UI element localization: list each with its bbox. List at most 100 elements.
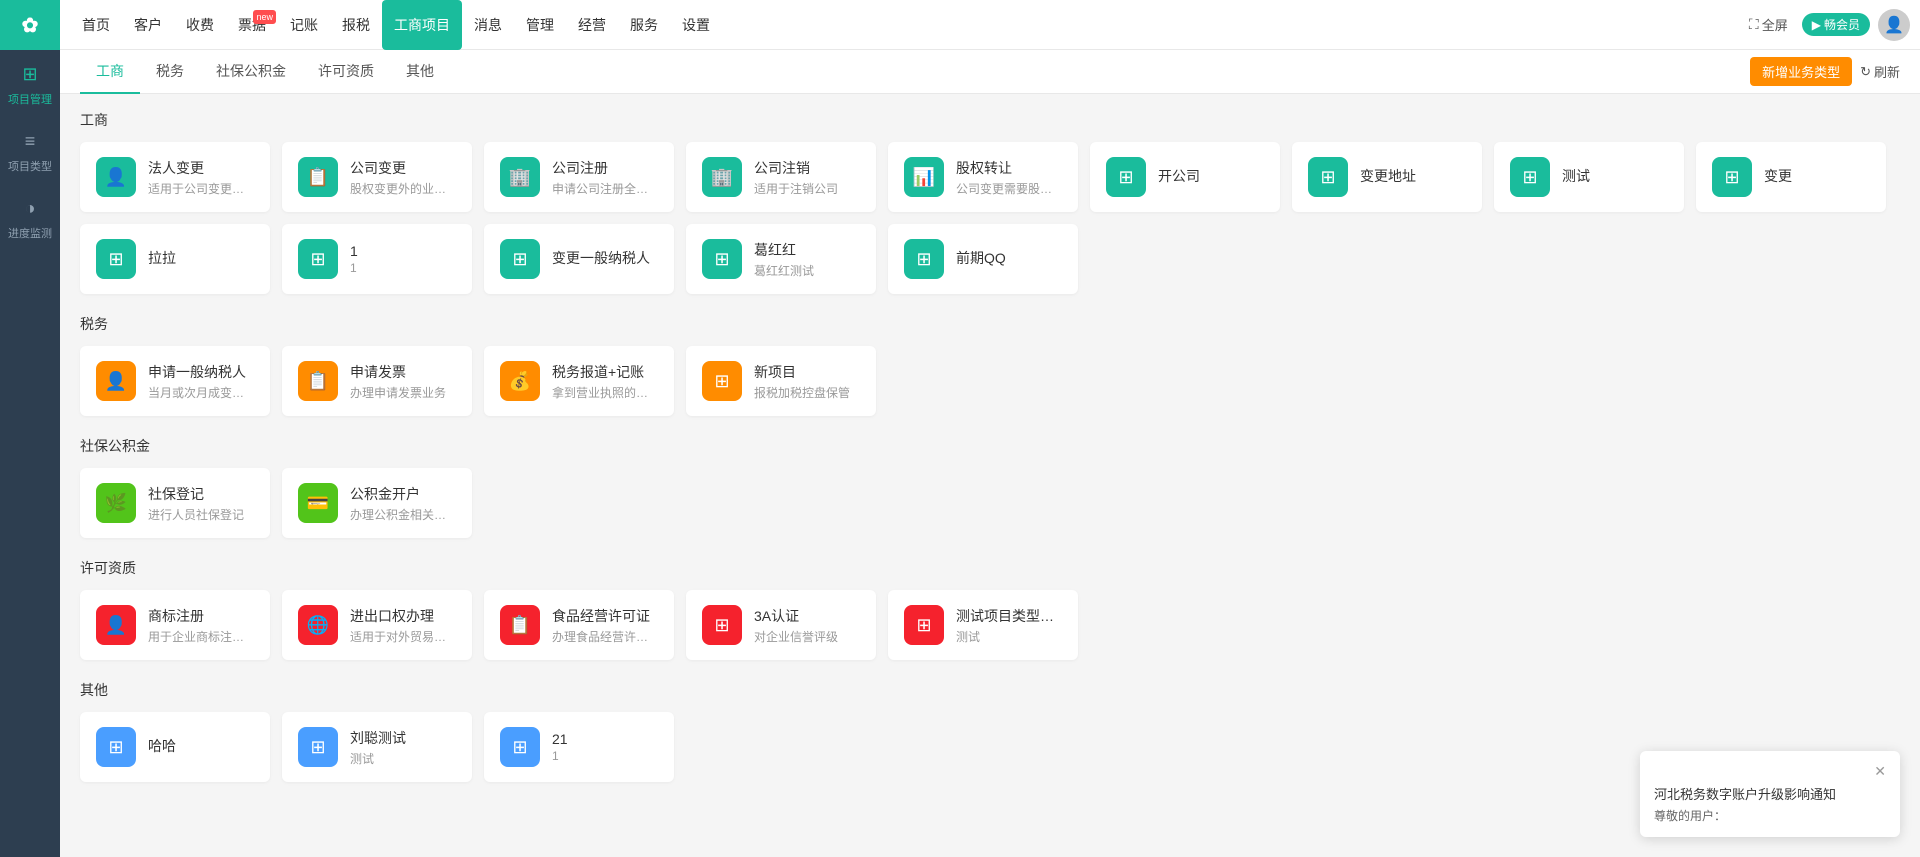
nav-account[interactable]: 记账 (278, 0, 330, 50)
card-open-company[interactable]: ⊞ 开公司 (1090, 142, 1280, 212)
card-equity-transfer[interactable]: 📊 股权转让 公司变更需要股权转让 (888, 142, 1078, 212)
card-one[interactable]: ⊞ 1 1 (282, 224, 472, 294)
tab-other[interactable]: 其他 (390, 50, 450, 94)
card-apply-invoice-title: 申请发票 (350, 362, 456, 382)
nav-tax[interactable]: 报税 (330, 0, 382, 50)
project-type-icon: ≡ (16, 127, 44, 155)
card-food-license-desc: 办理食品经营许可证 (552, 628, 658, 645)
tab-actions: 新增业务类型 ↻ 刷新 (1750, 57, 1900, 86)
card-test-type[interactable]: ⊞ 测试项目类型目定义 测试 (888, 590, 1078, 660)
nav-operation[interactable]: 经营 (566, 0, 618, 50)
card-legal-change[interactable]: 👤 法人变更 适用于公司变更法人 (80, 142, 270, 212)
card-3a-cert[interactable]: ⊞ 3A认证 对企业信誉评级 (686, 590, 876, 660)
sidebar-logo: ✿ (0, 0, 60, 50)
sidebar-item-label: 项目管理 (8, 91, 52, 107)
nav-biz[interactable]: 工商项目 (382, 0, 462, 50)
card-apply-invoice-desc: 办理申请发票业务 (350, 384, 456, 401)
card-qianqi-qq[interactable]: ⊞ 前期QQ (888, 224, 1078, 294)
fullscreen-btn[interactable]: ⛶ 全屏 (1743, 12, 1794, 37)
vip-button[interactable]: ▶ 畅会员 (1802, 13, 1870, 36)
new-type-button[interactable]: 新增业务类型 (1750, 57, 1852, 86)
card-apply-tax[interactable]: 👤 申请一般纳税人 当月或次月成变更完成 (80, 346, 270, 416)
card-tax-report-title: 税务报道+记账 (552, 362, 658, 382)
tab-gongshang[interactable]: 工商 (80, 50, 140, 94)
card-food-license[interactable]: 📋 食品经营许可证 办理食品经营许可证 (484, 590, 674, 660)
nav-client[interactable]: 客户 (122, 0, 174, 50)
card-food-license-icon: 📋 (500, 605, 540, 645)
card-company-cancel-icon: 🏢 (702, 157, 742, 197)
progress-monitor-icon: ◑ (16, 194, 44, 222)
sidebar-item-progress-monitor[interactable]: ◑ 进度监测 (0, 184, 60, 251)
card-twenty-one[interactable]: ⊞ 21 1 (484, 712, 674, 782)
sidebar-item-label: 项目类型 (8, 158, 52, 174)
card-change[interactable]: ⊞ 变更 (1696, 142, 1886, 212)
nav-service[interactable]: 服务 (618, 0, 670, 50)
sidebar-item-project-type[interactable]: ≡ 项目类型 (0, 117, 60, 184)
card-apply-invoice-icon: 📋 (298, 361, 338, 401)
card-new-project[interactable]: ⊞ 新项目 报税加税控盘保管 (686, 346, 876, 416)
card-social-register[interactable]: 🌿 社保登记 进行人员社保登记 (80, 468, 270, 538)
nav-home[interactable]: 首页 (70, 0, 122, 50)
card-company-register[interactable]: 🏢 公司注册 申请公司注册全流程 (484, 142, 674, 212)
card-company-change-title: 公司变更 (350, 158, 456, 178)
card-trademark[interactable]: 👤 商标注册 用于企业商标注册服务 (80, 590, 270, 660)
card-apply-tax-desc: 当月或次月成变更完成 (148, 384, 254, 401)
sidebar-item-project-mgmt[interactable]: ⊞ 项目管理 (0, 50, 60, 117)
shuiwu-cards-grid: 👤 申请一般纳税人 当月或次月成变更完成 📋 申请发票 办理申请发票业务 (80, 346, 1900, 416)
section-shuiwu: 税务 👤 申请一般纳税人 当月或次月成变更完成 📋 申请发票 办理申请发票 (80, 314, 1900, 416)
card-test-type-icon: ⊞ (904, 605, 944, 645)
nav-message[interactable]: 消息 (462, 0, 514, 50)
sidebar: ✿ ⊞ 项目管理 ≡ 项目类型 ◑ 进度监测 (0, 0, 60, 857)
card-haha-icon: ⊞ (96, 727, 136, 767)
card-liu-test[interactable]: ⊞ 刘聪测试 测试 (282, 712, 472, 782)
top-nav: 首页 客户 收费 票据 new 记账 报税 工商项目 消息 管理 经营 服务 设… (60, 0, 1920, 50)
tab-xuke[interactable]: 许可资质 (302, 50, 390, 94)
card-test[interactable]: ⊞ 测试 (1494, 142, 1684, 212)
nav-settings[interactable]: 设置 (670, 0, 722, 50)
tab-bar: 工商 税务 社保公积金 许可资质 其他 新增业务类型 ↻ 刷新 (60, 50, 1920, 94)
play-icon: ▶ (1812, 18, 1821, 32)
nav-invoice[interactable]: 票据 new (226, 0, 278, 50)
card-social-register-icon: 🌿 (96, 483, 136, 523)
notification-close[interactable]: ✕ (1874, 763, 1886, 780)
card-guhonghong-desc: 葛红红测试 (754, 262, 860, 279)
card-legal-change-title: 法人变更 (148, 158, 254, 178)
card-import-export[interactable]: 🌐 进出口权办理 适用于对外贸易经营者 (282, 590, 472, 660)
card-one-title: 1 (350, 243, 456, 259)
card-guhonghong[interactable]: ⊞ 葛红红 葛红红测试 (686, 224, 876, 294)
card-test-type-title: 测试项目类型目定义 (956, 606, 1062, 626)
tab-shuiwu[interactable]: 税务 (140, 50, 200, 94)
card-social-register-title: 社保登记 (148, 484, 254, 504)
card-lala-title: 拉拉 (148, 248, 254, 268)
refresh-icon: ↻ (1860, 64, 1871, 80)
card-company-cancel[interactable]: 🏢 公司注销 适用于注销公司 (686, 142, 876, 212)
section-xuke-title: 许可资质 (80, 558, 1900, 578)
card-company-cancel-title: 公司注销 (754, 158, 860, 178)
nav-billing[interactable]: 收费 (174, 0, 226, 50)
nav-manage[interactable]: 管理 (514, 0, 566, 50)
card-tax-report-desc: 拿到营业执照的新公司 (552, 384, 658, 401)
user-avatar[interactable]: 👤 (1878, 9, 1910, 41)
card-change-address-icon: ⊞ (1308, 157, 1348, 197)
card-company-register-desc: 申请公司注册全流程 (552, 180, 658, 197)
card-company-change[interactable]: 📋 公司变更 股权变更外的业务变更 (282, 142, 472, 212)
card-import-export-title: 进出口权办理 (350, 606, 456, 626)
card-legal-change-icon: 👤 (96, 157, 136, 197)
card-liu-test-icon: ⊞ (298, 727, 338, 767)
card-fund-open[interactable]: 💳 公积金开户 办理公积金相关业务 (282, 468, 472, 538)
card-trademark-title: 商标注册 (148, 606, 254, 626)
card-change-address[interactable]: ⊞ 变更地址 (1292, 142, 1482, 212)
card-lala[interactable]: ⊞ 拉拉 (80, 224, 270, 294)
card-change-tax[interactable]: ⊞ 变更一般纳税人 (484, 224, 674, 294)
refresh-button[interactable]: ↻ 刷新 (1860, 62, 1900, 81)
card-change-address-title: 变更地址 (1360, 166, 1466, 186)
card-liu-test-desc: 测试 (350, 750, 456, 767)
section-shebao-title: 社保公积金 (80, 436, 1900, 456)
card-apply-invoice[interactable]: 📋 申请发票 办理申请发票业务 (282, 346, 472, 416)
card-tax-report[interactable]: 💰 税务报道+记账 拿到营业执照的新公司 (484, 346, 674, 416)
card-company-register-icon: 🏢 (500, 157, 540, 197)
card-haha[interactable]: ⊞ 哈哈 (80, 712, 270, 782)
card-lala-icon: ⊞ (96, 239, 136, 279)
tab-shebao[interactable]: 社保公积金 (200, 50, 302, 94)
sidebar-item-label: 进度监测 (8, 225, 52, 241)
